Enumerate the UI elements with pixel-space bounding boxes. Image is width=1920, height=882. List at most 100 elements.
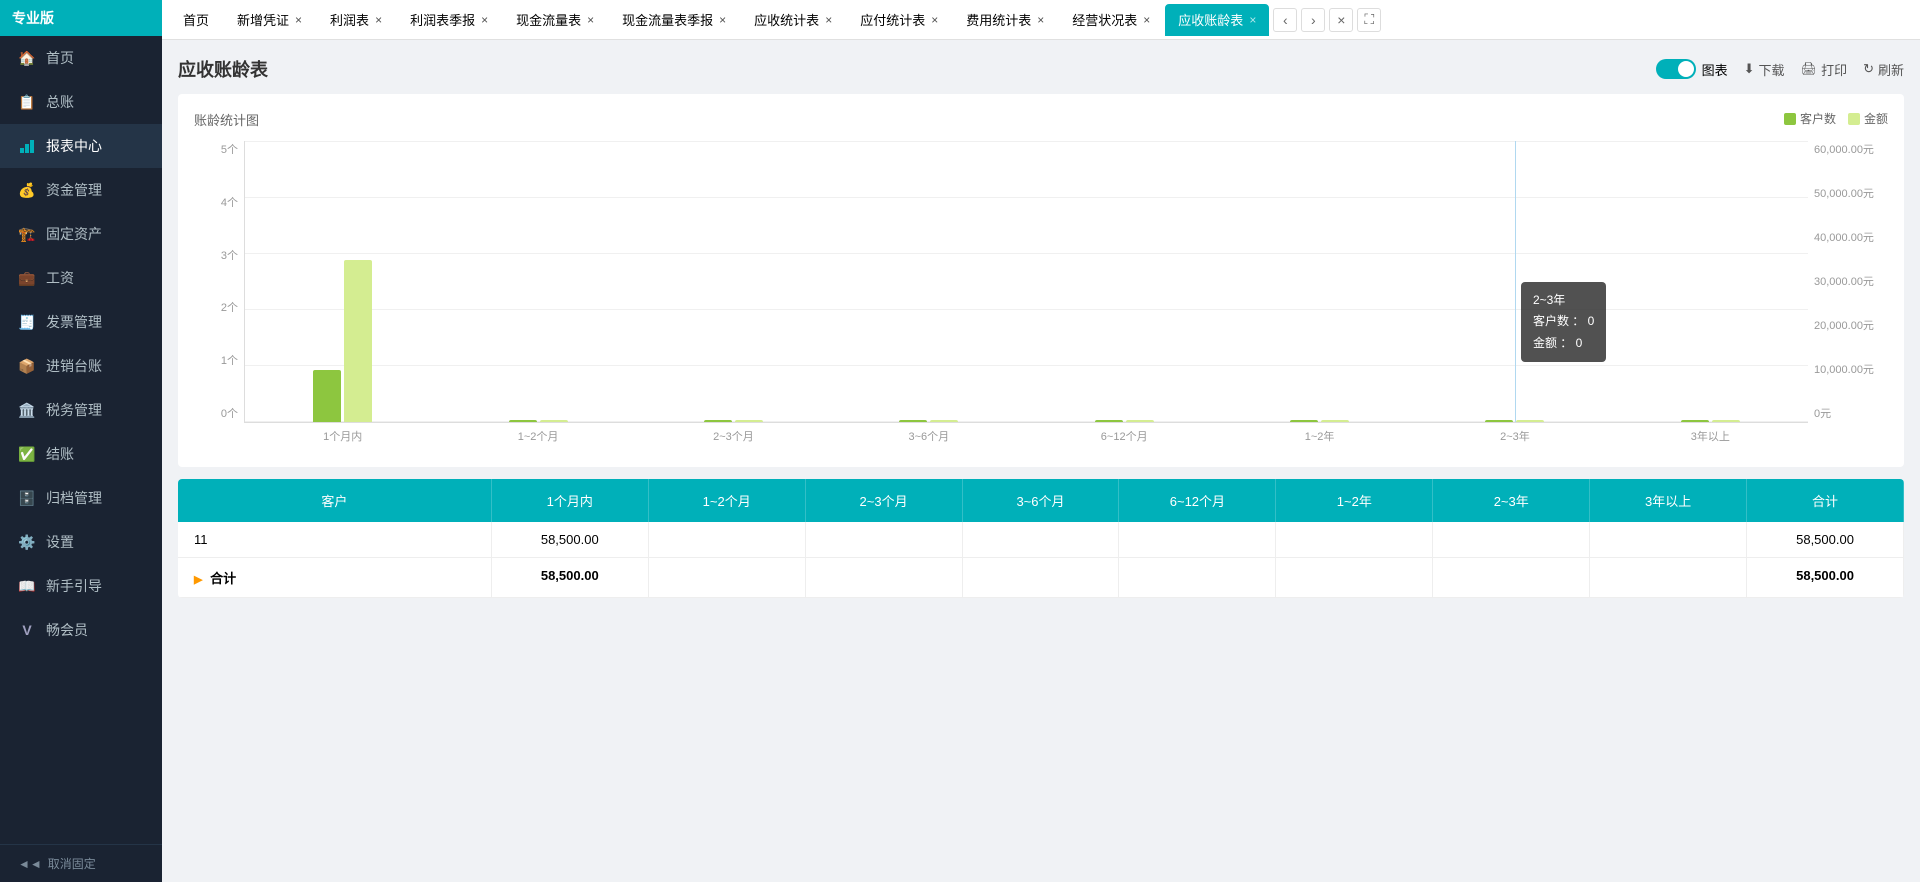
tab-cashflow[interactable]: 现金流量表 × xyxy=(503,4,607,36)
td-total-month1-2 xyxy=(649,558,806,597)
tab-profit-close[interactable]: × xyxy=(375,13,382,27)
sidebar-item-invoice[interactable]: 🧾 发票管理 xyxy=(0,300,162,344)
tab-home-label: 首页 xyxy=(183,10,209,29)
tab-voucher[interactable]: 新增凭证 × xyxy=(224,4,315,36)
td-year3plus-val xyxy=(1590,522,1747,557)
sidebar-toggle-pin[interactable]: ◄◄ 取消固定 xyxy=(0,844,162,882)
reports-icon xyxy=(18,137,36,155)
legend-amount-dot xyxy=(1848,113,1860,125)
sidebar-item-ledger[interactable]: 📋 总账 xyxy=(0,80,162,124)
tab-expense-stat-close[interactable]: × xyxy=(1037,13,1044,27)
bar-wrapper-month1-2 xyxy=(509,420,568,422)
sidebar-item-reports[interactable]: 报表中心 xyxy=(0,124,162,168)
sidebar-item-home-label: 首页 xyxy=(46,48,74,68)
tab-expense-stat-label: 费用统计表 xyxy=(966,10,1031,29)
tooltip-customer-label: 客户数 xyxy=(1533,314,1569,328)
td-month3-6-val xyxy=(963,522,1120,557)
sidebar-item-guide[interactable]: 📖 新手引导 xyxy=(0,564,162,608)
legend-customer-dot xyxy=(1784,113,1796,125)
tooltip-category: 2~3年 xyxy=(1533,290,1594,312)
chart-toggle[interactable] xyxy=(1656,59,1696,79)
print-button[interactable]: 🖨 打印 xyxy=(1801,60,1848,79)
tab-cashflow-quarter[interactable]: 现金流量表季报 × xyxy=(609,4,739,36)
bar-amount-year2-3 xyxy=(1516,420,1544,422)
tab-receivable-stat-close[interactable]: × xyxy=(825,13,832,27)
td-month2-3-val xyxy=(806,522,963,557)
tab-operation[interactable]: 经营状况表 × xyxy=(1059,4,1163,36)
total-label-text: 合计 xyxy=(210,571,236,586)
app-logo: 专业版 xyxy=(0,0,162,36)
sidebar-item-ledger-label: 总账 xyxy=(46,92,74,112)
sidebar-item-sales[interactable]: 📦 进销台账 xyxy=(0,344,162,388)
td-year2-3-val xyxy=(1433,522,1590,557)
bar-wrapper-year1-2 xyxy=(1290,420,1349,422)
sidebar-item-reports-label: 报表中心 xyxy=(46,136,102,156)
td-grand-total: 58,500.00 xyxy=(1747,558,1904,597)
td-year1-2-val xyxy=(1276,522,1433,557)
tab-close-all-button[interactable]: × xyxy=(1329,8,1353,32)
th-customer: 客户 xyxy=(178,479,492,522)
y-label-1: 1个 xyxy=(221,352,238,368)
legend-amount-label: 金额 xyxy=(1864,110,1888,127)
tooltip-customer-value: 0 xyxy=(1588,314,1595,328)
bar-customer-year1-2 xyxy=(1290,420,1318,422)
sidebar-item-salary[interactable]: 💼 工资 xyxy=(0,256,162,300)
tab-expense-stat[interactable]: 费用统计表 × xyxy=(953,4,1057,36)
print-icon: 🖨 xyxy=(1801,61,1818,77)
td-total-val: 58,500.00 xyxy=(1747,522,1904,557)
td-month6-12-val xyxy=(1119,522,1276,557)
sidebar-item-archive[interactable]: 🗄️ 归档管理 xyxy=(0,476,162,520)
tab-payable-stat-close[interactable]: × xyxy=(931,13,938,27)
sidebar-item-settings[interactable]: ⚙️ 设置 xyxy=(0,520,162,564)
td-customer-name: 11 xyxy=(178,522,492,557)
ledger-icon: 📋 xyxy=(18,93,36,111)
bar-customer-month3-6 xyxy=(899,420,927,422)
sidebar-item-funds[interactable]: 💰 资金管理 xyxy=(0,168,162,212)
tab-profit-label: 利润表 xyxy=(330,10,369,29)
tab-profit-quarter-close[interactable]: × xyxy=(481,13,488,27)
tab-expand-button[interactable]: ⛶ xyxy=(1357,8,1381,32)
bar-label-month1-2: 1~2个月 xyxy=(518,428,559,444)
tab-cashflow-quarter-close[interactable]: × xyxy=(719,13,726,27)
sidebar-item-assets-label: 固定资产 xyxy=(46,224,102,244)
tab-payable-stat[interactable]: 应付统计表 × xyxy=(847,4,951,36)
download-button[interactable]: ⬇ 下载 xyxy=(1744,60,1785,79)
tab-home[interactable]: 首页 xyxy=(170,4,222,36)
checkout-icon: ✅ xyxy=(18,445,36,463)
sidebar: 专业版 🏠 首页 📋 总账 报表中心 💰 资金管理 🏗️ 固定资产 💼 工资 🧾… xyxy=(0,0,162,882)
tab-aging-close[interactable]: × xyxy=(1249,13,1256,27)
sidebar-item-guide-label: 新手引导 xyxy=(46,576,102,596)
y-label-5: 5个 xyxy=(221,141,238,157)
tab-profit[interactable]: 利润表 × xyxy=(317,4,395,36)
tab-next-button[interactable]: › xyxy=(1301,8,1325,32)
tab-prev-button[interactable]: ‹ xyxy=(1273,8,1297,32)
bar-group-year3plus: 3年以上 xyxy=(1613,141,1808,422)
tab-receivable-stat-label: 应收统计表 xyxy=(754,10,819,29)
bar-group-month3-6: 3~6个月 xyxy=(831,141,1026,422)
tab-payable-stat-label: 应付统计表 xyxy=(860,10,925,29)
tab-voucher-close[interactable]: × xyxy=(295,13,302,27)
tab-profit-quarter[interactable]: 利润表季报 × xyxy=(397,4,501,36)
y-axis-right: 60,000.00元 50,000.00元 40,000.00元 30,000.… xyxy=(1808,141,1888,421)
tab-cashflow-close[interactable]: × xyxy=(587,13,594,27)
tab-receivable-stat[interactable]: 应收统计表 × xyxy=(741,4,845,36)
pin-icon: ◄◄ xyxy=(18,857,42,871)
chart-title: 账龄统计图 xyxy=(194,110,1888,129)
sidebar-item-assets[interactable]: 🏗️ 固定资产 xyxy=(0,212,162,256)
sidebar-item-member[interactable]: V 畅会员 xyxy=(0,608,162,652)
tooltip-colon-amount: ： xyxy=(1560,336,1572,350)
sidebar-item-tax[interactable]: 🏛️ 税务管理 xyxy=(0,388,162,432)
refresh-button[interactable]: ↻ 刷新 xyxy=(1863,60,1904,79)
bar-label-year3plus: 3年以上 xyxy=(1691,428,1730,444)
bar-group-year1-2: 1~2年 xyxy=(1222,141,1417,422)
th-month6-12: 6~12个月 xyxy=(1119,479,1276,522)
bar-amount-month2-3 xyxy=(735,420,763,422)
sidebar-item-archive-label: 归档管理 xyxy=(46,488,102,508)
tab-aging[interactable]: 应收账龄表 × xyxy=(1165,4,1269,36)
sidebar-item-home[interactable]: 🏠 首页 xyxy=(0,36,162,80)
tab-operation-close[interactable]: × xyxy=(1143,13,1150,27)
bar-customer-month2-3 xyxy=(704,420,732,422)
archive-icon: 🗄️ xyxy=(18,489,36,507)
th-month1-2: 1~2个月 xyxy=(649,479,806,522)
sidebar-item-checkout[interactable]: ✅ 结账 xyxy=(0,432,162,476)
